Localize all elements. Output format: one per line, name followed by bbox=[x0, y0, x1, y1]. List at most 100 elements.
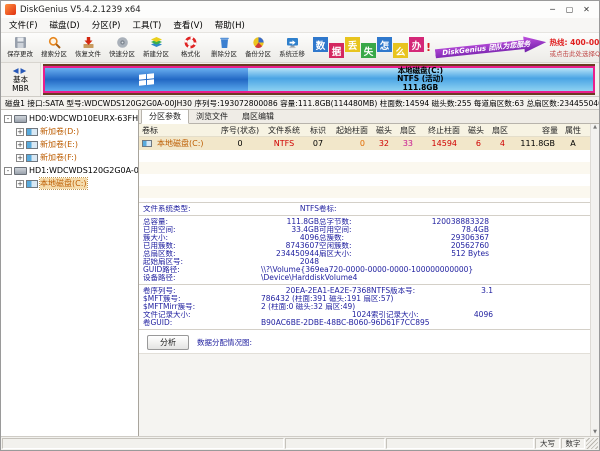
migrate-icon bbox=[286, 36, 299, 49]
status-bar: 大写 数字 bbox=[1, 436, 599, 450]
table-cell-text: 0 bbox=[237, 139, 243, 148]
allocation-map-label: 数据分配情况图: bbox=[197, 338, 253, 347]
tree-item-volume-3[interactable]: + 新加卷(F:) bbox=[1, 151, 138, 164]
detail-value bbox=[415, 205, 489, 213]
menu-item-3[interactable]: 工具(T) bbox=[126, 19, 167, 31]
detail-label: 索引记录大小: bbox=[371, 311, 419, 319]
tree-item-disk-4[interactable]: - HD1:WDCWDS120G2G0A-00JH30(111GB) bbox=[1, 164, 138, 177]
expand-icon[interactable]: + bbox=[16, 127, 24, 136]
maximize-button[interactable]: ▢ bbox=[561, 3, 578, 16]
menu-item-1[interactable]: 磁盘(D) bbox=[44, 19, 86, 31]
promo-slogan: DiskGenius 团队为您服务 bbox=[434, 34, 547, 62]
toolbar-button-2[interactable]: 恢复文件 bbox=[71, 33, 105, 62]
toolbar-button-3[interactable]: 快速分区 bbox=[105, 33, 139, 62]
promo-tile: 数 bbox=[313, 37, 328, 52]
scroll-down-icon[interactable]: ▼ bbox=[593, 430, 597, 435]
detail-label: 总簇数: bbox=[319, 234, 345, 242]
tree-item-volume-2[interactable]: + 新加卷(E:) bbox=[1, 138, 138, 151]
tab-1[interactable]: 浏览文件 bbox=[189, 110, 235, 123]
table-cell-text: 6 bbox=[475, 139, 481, 148]
tree-item-label: HD0:WDCWD10EURX-63FH1Y0(932GB) bbox=[29, 114, 138, 123]
toolbar-button-5[interactable]: 格式化 bbox=[173, 33, 207, 62]
detail-label: 起始扇区号: bbox=[143, 258, 184, 266]
detail-row: $MFT簇号: 786432 (柱面:391 磁头:191 扇区:57) bbox=[139, 295, 599, 303]
resize-grip[interactable] bbox=[586, 438, 598, 449]
table-cell-text: 33 bbox=[402, 139, 413, 148]
tree-item-volume-1[interactable]: + 新加卷(D:) bbox=[1, 125, 138, 138]
scroll-up-icon[interactable]: ▲ bbox=[593, 125, 597, 130]
table-empty-row bbox=[139, 186, 599, 198]
detail-section-1: 总容量: 111.8GB 总字节数: 120038883328 已用空间: 33.4GB 可… bbox=[139, 218, 599, 282]
table-cell: 0 bbox=[217, 139, 263, 148]
divider bbox=[139, 215, 599, 216]
menu-item-4[interactable]: 查看(V) bbox=[167, 19, 208, 31]
table-cell: 07 bbox=[305, 139, 331, 148]
detail-row: 文件记录大小: 1024 索引记录大小: 4096 bbox=[139, 311, 599, 319]
promo-tile: 办 bbox=[409, 37, 424, 52]
partition-icon bbox=[26, 179, 38, 188]
detail-label: 已用簇数: bbox=[143, 242, 176, 250]
prev-next-disk-arrows[interactable]: ◀▶ bbox=[13, 66, 29, 75]
toolbar-button-8[interactable]: 系统迁移 bbox=[275, 33, 309, 62]
table-row[interactable]: 本地磁盘(C:) 0 NTFS 07 0 32 33 14594 6 4 111.8GB A bbox=[139, 137, 599, 150]
tree-item-label: 新加卷(D:) bbox=[40, 127, 80, 136]
tab-bar: 分区参数 浏览文件 扇区编辑 bbox=[139, 109, 599, 124]
promo-tile: 么 bbox=[393, 43, 408, 58]
toolbar-button-1[interactable]: 搜索分区 bbox=[37, 33, 71, 62]
table-cell-text: 本地磁盘(C:) bbox=[157, 139, 204, 148]
promo-banner[interactable]: 数据丢失怎么办! DiskGenius 团队为您服务 热线: 400-008-9… bbox=[313, 37, 600, 58]
minimize-button[interactable]: ─ bbox=[544, 3, 561, 16]
detail-row: 卷GUID: B90AC6BE-2DBE-48BC-B060-96D61F7CC8… bbox=[139, 319, 599, 327]
tree-item-label: 新加卷(E:) bbox=[40, 140, 78, 149]
detail-label: 卷序列号: bbox=[143, 287, 176, 295]
close-button[interactable]: ✕ bbox=[578, 3, 595, 16]
menu-bar: 文件(F) 磁盘(D) 分区(P) 工具(T) 查看(V) 帮助(H) bbox=[1, 18, 599, 33]
status-cell bbox=[285, 438, 385, 449]
toolbar-button-6[interactable]: 删除分区 bbox=[207, 33, 241, 62]
detail-label: 设备路径: bbox=[143, 274, 176, 282]
table-cell: A bbox=[561, 139, 585, 148]
expand-icon[interactable]: + bbox=[16, 179, 24, 188]
os-partition-block bbox=[45, 68, 248, 91]
toolbar-button-4[interactable]: 新建分区 bbox=[139, 33, 173, 62]
toolbar-button-label: 恢复文件 bbox=[75, 50, 101, 58]
partition-bar-area: 本地磁盘(C:) NTFS (活动) 111.8GB bbox=[43, 64, 595, 95]
detail-label: 空闲簇数: bbox=[319, 242, 352, 250]
partition-icon bbox=[26, 153, 38, 162]
detail-row: 起始扇区号: 2048 bbox=[139, 258, 599, 266]
table-cell-text: 32 bbox=[378, 139, 389, 148]
collapse-icon[interactable]: - bbox=[4, 166, 12, 175]
partition-bar-labels: 本地磁盘(C:) NTFS (活动) 111.8GB bbox=[248, 66, 593, 91]
analyze-button[interactable]: 分析 bbox=[147, 335, 189, 350]
table-header-row: 卷标 序号(状态) 文件系统 标识 起始柱面 磁头 扇区 终止柱面 磁头 扇区 容量 属性 bbox=[139, 124, 599, 137]
window-title: DiskGenius V5.4.2.1239 x64 bbox=[20, 4, 141, 15]
promo-qq-link[interactable]: 或点击此处选择QQ咨询 bbox=[550, 48, 600, 58]
format-icon bbox=[184, 36, 197, 49]
tree-item-volume-5[interactable]: + 本地磁盘(C:) bbox=[1, 177, 138, 190]
detail-row: 簇大小: 4096 总簇数: 29306367 bbox=[139, 234, 599, 242]
menu-item-0[interactable]: 文件(F) bbox=[3, 19, 44, 31]
table-header-cell: 终止柱面 bbox=[428, 125, 460, 135]
expand-icon[interactable]: + bbox=[16, 140, 24, 149]
tab-2[interactable]: 扇区编辑 bbox=[235, 110, 281, 123]
toolbar-button-0[interactable]: 保存更改 bbox=[3, 33, 37, 62]
toolbar-button-label: 删除分区 bbox=[211, 50, 237, 58]
disk-info-bar: 磁盘1 接口:SATA 型号:WDCWDS120G2G0A-00JH30 序列号… bbox=[1, 97, 599, 110]
partition-bar-c[interactable]: 本地磁盘(C:) NTFS (活动) 111.8GB bbox=[43, 66, 595, 93]
disk-tree-panel: -HD0:WDCWD10EURX-63FH1Y0(932GB)+新加卷(D:)+… bbox=[1, 110, 139, 436]
table-cell: 本地磁盘(C:) bbox=[139, 138, 217, 149]
promo-tile: 据 bbox=[329, 43, 344, 58]
menu-item-5[interactable]: 帮助(H) bbox=[209, 19, 251, 31]
tree-item-label: 本地磁盘(C:) bbox=[39, 177, 88, 190]
tree-item-disk-0[interactable]: - HD0:WDCWD10EURX-63FH1Y0(932GB) bbox=[1, 112, 138, 125]
save-icon bbox=[14, 36, 27, 49]
toolbar-button-7[interactable]: 备份分区 bbox=[241, 33, 275, 62]
vertical-scrollbar[interactable]: ▲ ▼ bbox=[590, 124, 599, 436]
expand-icon[interactable]: + bbox=[16, 153, 24, 162]
detail-value bbox=[415, 258, 489, 266]
tab-0[interactable]: 分区参数 bbox=[141, 109, 189, 124]
detail-value: B90AC6BE-2DBE-48BC-B060-96D61F7CC895 bbox=[261, 319, 430, 327]
menu-item-2[interactable]: 分区(P) bbox=[86, 19, 127, 31]
detail-label: 总容量: bbox=[143, 218, 169, 226]
collapse-icon[interactable]: - bbox=[4, 114, 12, 123]
